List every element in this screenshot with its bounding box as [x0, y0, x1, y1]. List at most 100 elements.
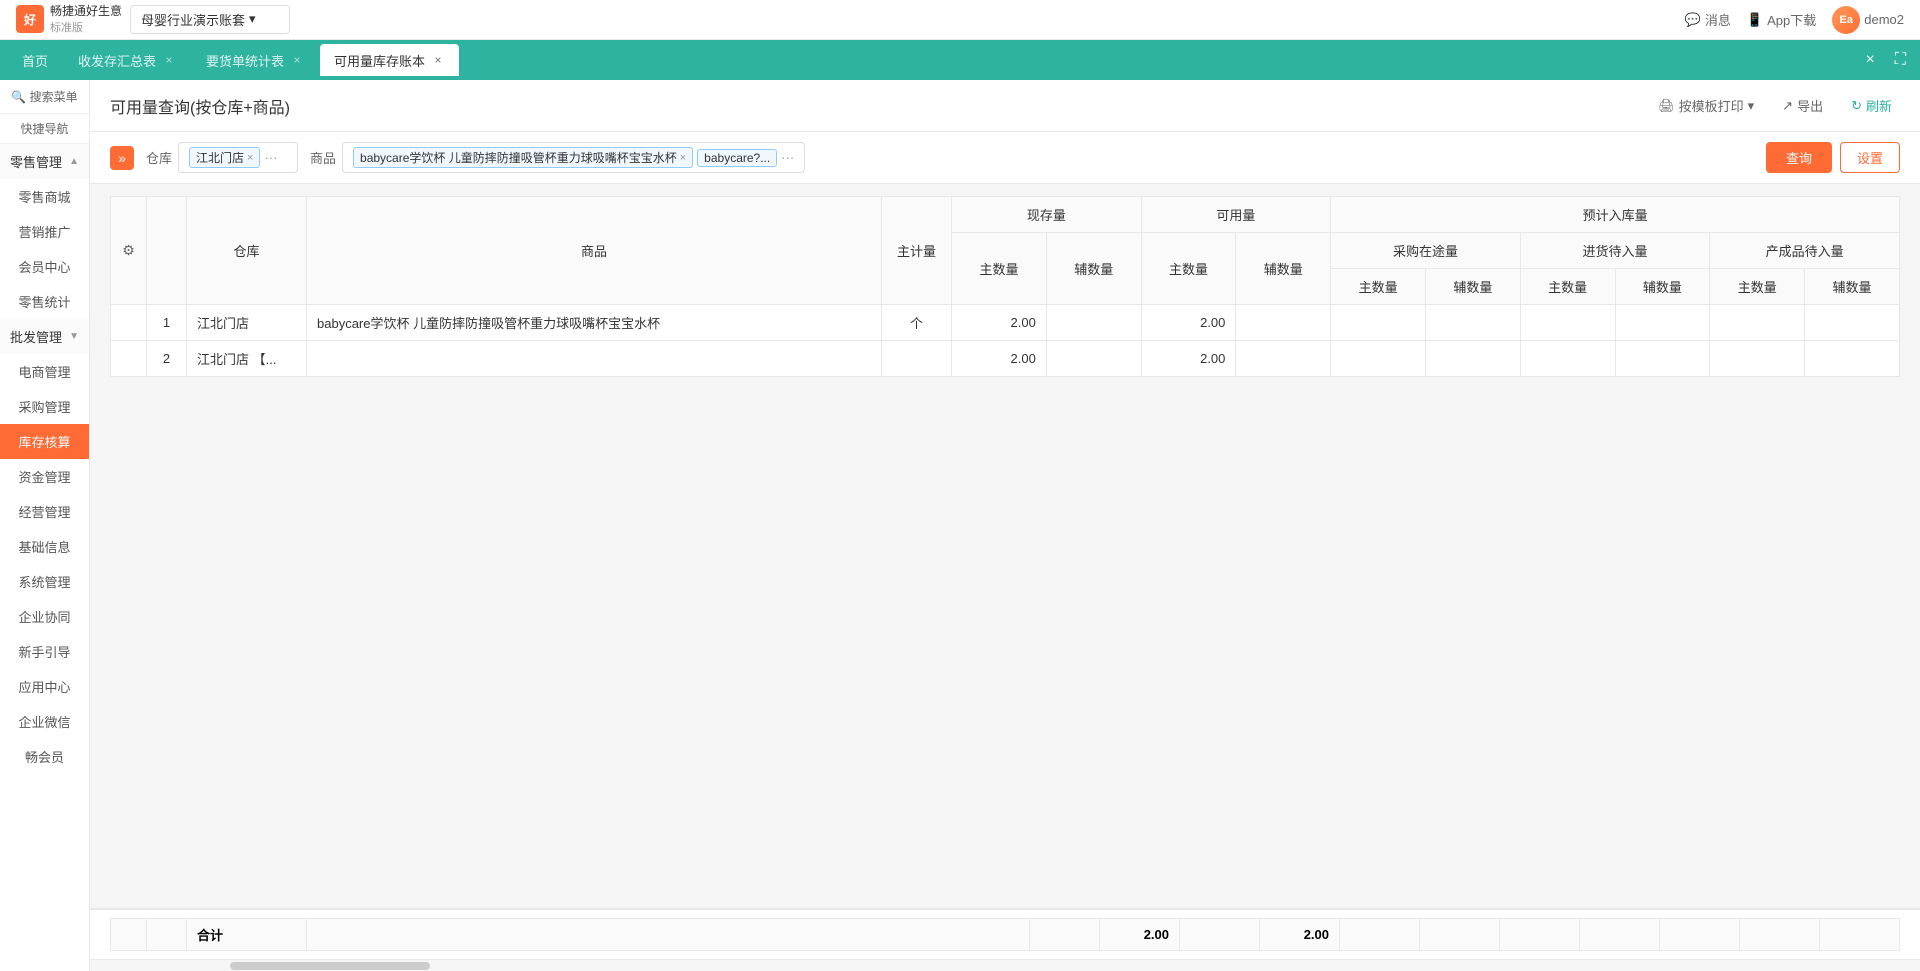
- message-btn[interactable]: 💬 消息: [1685, 10, 1731, 29]
- chevron-up-icon: ▲: [69, 156, 79, 167]
- sidebar-search[interactable]: 🔍 搜索菜单: [0, 80, 89, 114]
- tab-bar: 首页 收发存汇总表 × 要货单统计表 × 可用量库存账本 × × ⛶: [0, 40, 1920, 80]
- sidebar-item-inventory[interactable]: 库存核算: [0, 424, 89, 459]
- tab-home-label: 首页: [22, 51, 48, 70]
- sidebar-item-operation[interactable]: 经营管理: [0, 494, 89, 529]
- top-bar-left: 好 畅捷通好生意 标准版 母婴行业演示账套 ▾: [16, 4, 290, 34]
- sidebar-item-marketing[interactable]: 营销推广: [0, 214, 89, 249]
- sidebar-item-wechat[interactable]: 企业微信: [0, 704, 89, 739]
- message-icon: 💬: [1685, 12, 1701, 28]
- sidebar-item-finance-label: 资金管理: [18, 470, 70, 485]
- row-purchase-main-1: [1331, 341, 1426, 377]
- warehouse-tag-remove[interactable]: ×: [247, 152, 253, 164]
- filter-actions: 查询 设置: [1766, 142, 1900, 173]
- th-product-pending-group: 产成品待入量: [1710, 233, 1900, 269]
- tab-maximize-btn[interactable]: ⛶: [1889, 49, 1912, 71]
- filter-expand-btn[interactable]: »: [110, 146, 134, 170]
- sidebar-item-system-label: 系统管理: [18, 575, 70, 590]
- th-no: [147, 197, 187, 305]
- tab-receipt-summary-close[interactable]: ×: [162, 53, 176, 67]
- th-pending-arrival-group: 进货待入量: [1520, 233, 1710, 269]
- th-settings[interactable]: ⚙: [111, 197, 147, 305]
- data-table: ⚙ 仓库 商品 主计量 现存量: [110, 196, 1900, 377]
- product-input[interactable]: babycare学饮杯 儿童防摔防撞吸管杯重力球吸嘴杯宝宝水杯 × babyca…: [342, 142, 805, 173]
- sidebar-item-wechat-label: 企业微信: [18, 715, 70, 730]
- sidebar-quick-nav-label: 快捷导航: [20, 122, 68, 136]
- sidebar-quick-nav[interactable]: 快捷导航: [0, 114, 89, 144]
- sidebar-item-marketing-label: 营销推广: [18, 225, 70, 240]
- sidebar-item-retail-stats[interactable]: 零售统计: [0, 284, 89, 319]
- tab-available-inventory[interactable]: 可用量库存账本 ×: [320, 44, 459, 76]
- print-btn[interactable]: 🖨 按模板打印 ▾: [1650, 92, 1762, 119]
- bottom-scrollbar[interactable]: [90, 959, 1920, 971]
- scroll-thumb[interactable]: [230, 962, 430, 970]
- sidebar-item-purchase[interactable]: 采购管理: [0, 389, 89, 424]
- warehouse-tag-text: 江北门店: [196, 149, 244, 166]
- sidebar-item-enterprise[interactable]: 企业协同: [0, 599, 89, 634]
- industry-select[interactable]: 母婴行业演示账套 ▾: [130, 5, 290, 34]
- app-download-btn[interactable]: 📱 App下载: [1747, 10, 1816, 29]
- sidebar-item-member[interactable]: 畅会员: [0, 739, 89, 774]
- sidebar-item-members[interactable]: 会员中心: [0, 249, 89, 284]
- row-current-aux-0: [1046, 305, 1141, 341]
- sidebar-item-wholesale[interactable]: 批发管理 ▼: [0, 319, 89, 354]
- table-row: 1 江北门店 babycare学饮杯 儿童防摔防撞吸管杯重力球吸嘴杯宝宝水杯 个…: [111, 305, 1900, 341]
- sidebar-item-retail[interactable]: 零售管理 ▲: [0, 144, 89, 179]
- query-btn[interactable]: 查询: [1766, 142, 1832, 173]
- product-more-icon[interactable]: ···: [781, 150, 794, 165]
- product-tag1-remove[interactable]: ×: [680, 152, 686, 164]
- sidebar-item-system[interactable]: 系统管理: [0, 564, 89, 599]
- industry-select-label: 母婴行业演示账套: [141, 10, 245, 29]
- refresh-btn[interactable]: ↻ 刷新: [1843, 92, 1900, 119]
- th-current-stock-group: 现存量: [952, 197, 1142, 233]
- sidebar-item-retail-mall[interactable]: 零售商城: [0, 179, 89, 214]
- th-planned-label: 预计入库量: [1583, 208, 1648, 223]
- settings-btn[interactable]: 设置: [1840, 142, 1900, 173]
- warehouse-input[interactable]: 江北门店 × ···: [178, 142, 298, 173]
- row-product-main-1: [1710, 341, 1805, 377]
- sidebar-item-retail-label: 零售管理: [10, 152, 62, 171]
- warehouse-label: 仓库: [146, 148, 172, 167]
- user-menu[interactable]: Ea demo2: [1832, 6, 1904, 34]
- th-pending-aux: 辅数量: [1615, 269, 1710, 305]
- total-row: 合计 2.00 2.00: [111, 919, 1900, 951]
- tab-home[interactable]: 首页: [8, 44, 62, 76]
- sidebar-item-ecommerce[interactable]: 电商管理: [0, 354, 89, 389]
- th-current-aux: 辅数量: [1046, 233, 1141, 305]
- th-warehouse-label: 仓库: [233, 244, 259, 259]
- row-settings-0: [111, 305, 147, 341]
- th-available-label: 可用量: [1216, 208, 1255, 223]
- sidebar: 🔍 搜索菜单 快捷导航 零售管理 ▲ 零售商城 营销推广 会员中心 零售统计 批…: [0, 80, 90, 971]
- product-tag2: babycare?...: [697, 149, 777, 167]
- row-available-aux-1: [1236, 341, 1331, 377]
- sidebar-item-newguide[interactable]: 新手引导: [0, 634, 89, 669]
- tab-order-stats[interactable]: 要货单统计表 ×: [192, 44, 318, 76]
- filter-bar: » 仓库 江北门店 × ··· 商品 babycare学饮杯 儿童防摔防撞吸管杯…: [90, 132, 1920, 184]
- th-current-main: 主数量: [952, 233, 1047, 305]
- logo-text: 畅捷通好生意: [50, 4, 122, 18]
- sidebar-item-appcenter[interactable]: 应用中心: [0, 669, 89, 704]
- tab-available-inventory-close[interactable]: ×: [431, 53, 445, 67]
- th-available-group: 可用量: [1141, 197, 1331, 233]
- sidebar-item-wholesale-label: 批发管理: [10, 327, 62, 346]
- sidebar-search-label: 搜索菜单: [30, 90, 78, 104]
- warehouse-more-icon[interactable]: ···: [264, 150, 277, 165]
- search-icon: 🔍: [11, 90, 26, 104]
- export-btn[interactable]: ↗ 导出: [1774, 92, 1831, 119]
- tab-receipt-summary[interactable]: 收发存汇总表 ×: [64, 44, 190, 76]
- row-pending-aux-1: [1615, 341, 1710, 377]
- page-header: 可用量查询(按仓库+商品) 🖨 按模板打印 ▾ ↗ 导出 ↻ 刷新: [90, 80, 1920, 132]
- warehouse-tag: 江北门店 ×: [189, 147, 260, 168]
- print-label: 按模板打印: [1679, 96, 1744, 115]
- gear-icon[interactable]: ⚙: [122, 242, 135, 258]
- sidebar-item-finance[interactable]: 资金管理: [0, 459, 89, 494]
- row-available-main-1: 2.00: [1141, 341, 1236, 377]
- sidebar-item-basic[interactable]: 基础信息: [0, 529, 89, 564]
- tab-close-all-btn[interactable]: ×: [1859, 49, 1880, 71]
- tab-order-stats-close[interactable]: ×: [290, 53, 304, 67]
- row-pending-main-0: [1520, 305, 1615, 341]
- export-label: 导出: [1797, 96, 1823, 115]
- sidebar-item-ecommerce-label: 电商管理: [18, 365, 70, 380]
- tab-order-stats-label: 要货单统计表: [206, 51, 284, 70]
- sidebar-item-purchase-label: 采购管理: [18, 400, 70, 415]
